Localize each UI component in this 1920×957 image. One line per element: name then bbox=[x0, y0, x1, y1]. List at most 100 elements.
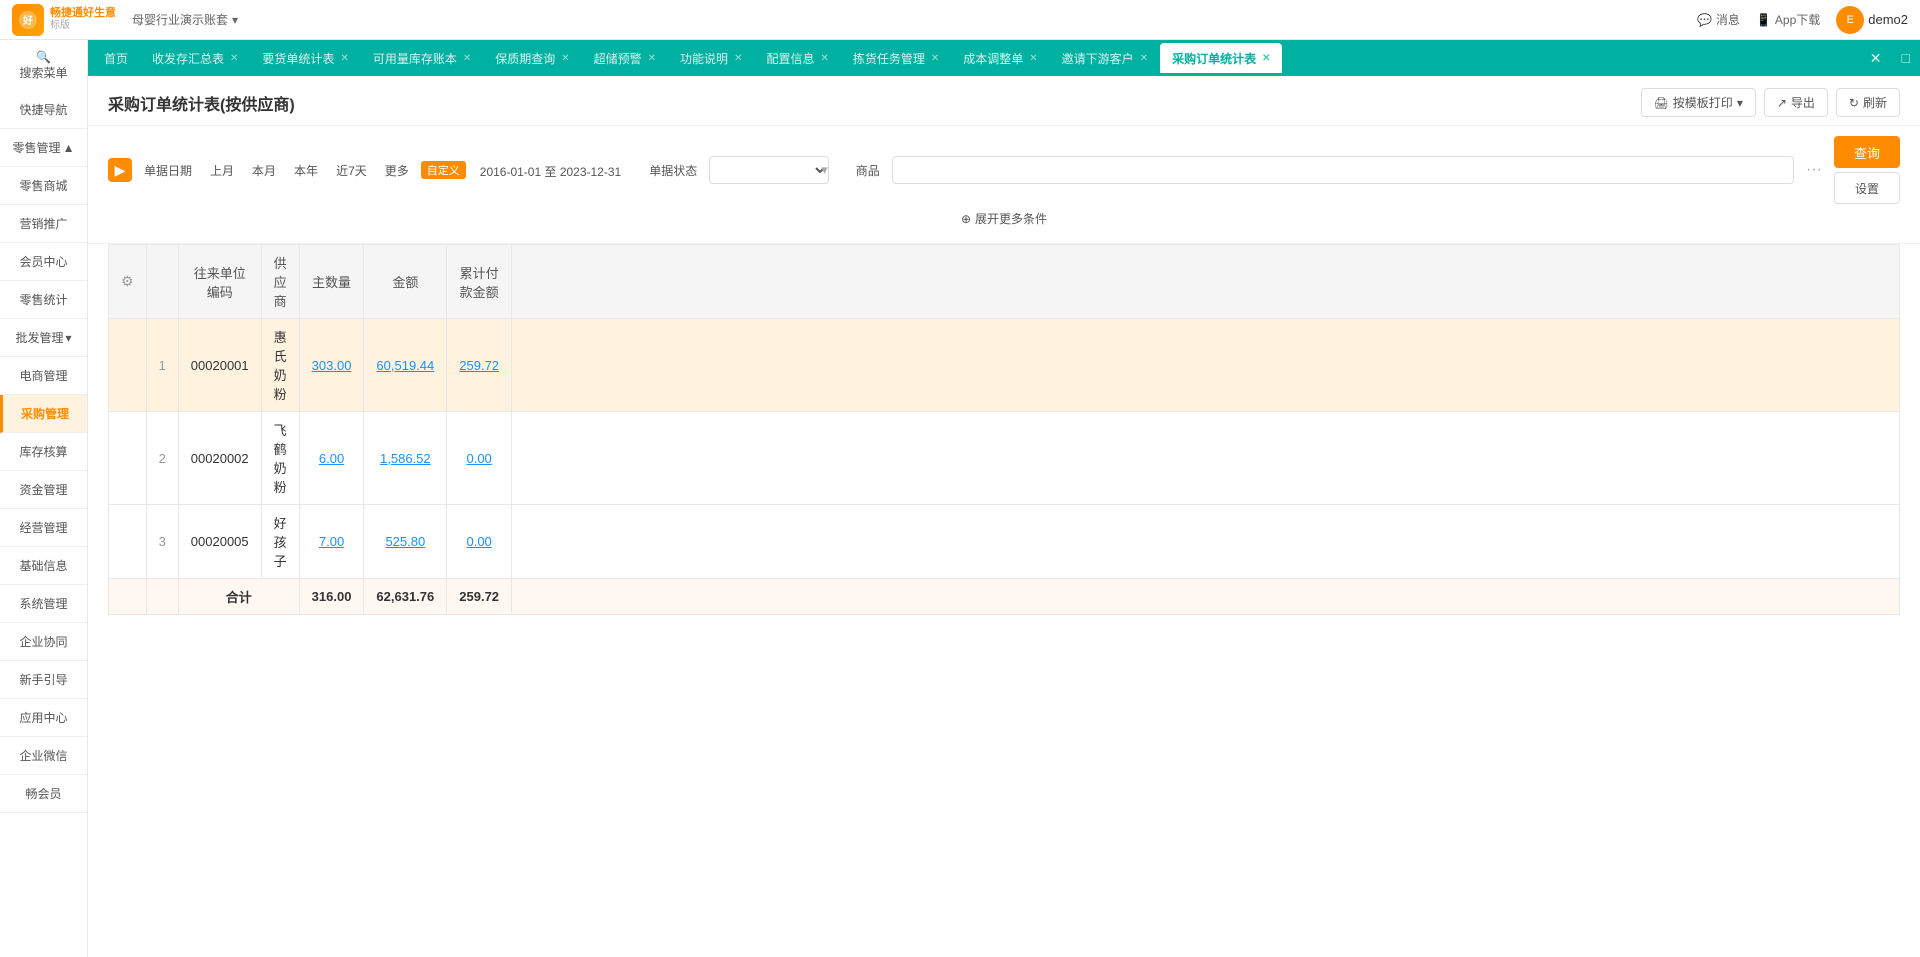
date-shortcut-this-year[interactable]: 本年 bbox=[288, 160, 324, 181]
td-supplier-name-1: 惠氏奶粉 bbox=[261, 319, 299, 412]
td-amount-1[interactable]: 60,519.44 bbox=[364, 319, 447, 412]
date-shortcut-more[interactable]: 更多 bbox=[379, 160, 415, 181]
refresh-button[interactable]: ↻ 刷新 bbox=[1836, 88, 1900, 117]
tab-bar-actions: ✕ □ bbox=[1864, 48, 1916, 69]
sidebar-item-marketing[interactable]: 营销推广 bbox=[0, 205, 87, 243]
sidebar-item-finance[interactable]: 资金管理 bbox=[0, 471, 87, 509]
date-shortcut-last-month[interactable]: 上月 bbox=[204, 160, 240, 181]
sidebar-item-members[interactable]: 会员中心 bbox=[0, 243, 87, 281]
chevron-down-icon: ▲ bbox=[63, 141, 75, 155]
export-button[interactable]: ↗ 导出 bbox=[1764, 88, 1828, 117]
th-seq bbox=[146, 245, 178, 319]
tab-home[interactable]: 首页 bbox=[92, 43, 140, 73]
workspace-name: 母婴行业演示账套 bbox=[132, 11, 228, 28]
filter-toggle-button[interactable]: ▶ bbox=[108, 158, 132, 182]
tab-close-available-inv[interactable]: ✕ bbox=[463, 53, 471, 64]
sidebar-item-purchase-mgmt[interactable]: 采购管理 bbox=[0, 395, 87, 433]
sidebar-item-inventory[interactable]: 库存核算 bbox=[0, 433, 87, 471]
message-button[interactable]: 💬 消息 bbox=[1697, 11, 1740, 28]
td-amount-2[interactable]: 1,586.52 bbox=[364, 412, 447, 505]
svg-text:好: 好 bbox=[22, 14, 33, 27]
td-paid-2[interactable]: 0.00 bbox=[447, 412, 512, 505]
sidebar-item-retail-mgmt[interactable]: 零售管理 ▲ bbox=[0, 129, 87, 167]
app-download-button[interactable]: 📱 App下载 bbox=[1756, 11, 1820, 28]
tab-config-info[interactable]: 配置信息 ✕ bbox=[754, 43, 840, 73]
gear-icon[interactable]: ⚙ bbox=[121, 273, 134, 290]
content-area: 首页 收发存汇总表 ✕ 要货单统计表 ✕ 可用量库存账本 ✕ 保质期查询 ✕ 超… bbox=[88, 40, 1920, 957]
goods-filter-label: 商品 bbox=[856, 162, 880, 179]
tab-close-cost-adjust[interactable]: ✕ bbox=[1029, 53, 1037, 64]
tab-pick-task[interactable]: 拣货任务管理 ✕ bbox=[841, 43, 951, 73]
main-layout: 🔍 搜索菜单 快捷导航 零售管理 ▲ 零售商城 营销推广 会员中心 零售统计 批… bbox=[0, 40, 1920, 957]
message-icon: 💬 bbox=[1697, 13, 1712, 27]
tab-close-purchase-order-stats[interactable]: ✕ bbox=[1262, 53, 1270, 64]
sidebar-item-enterprise[interactable]: 企业协同 bbox=[0, 623, 87, 661]
tab-invite-customer[interactable]: 邀请下游客户 ✕ bbox=[1050, 43, 1160, 73]
page-header: 采购订单统计表(按供应商) 🖨 按模板打印 ▾ ↗ 导出 ↻ 刷新 bbox=[88, 76, 1920, 126]
tab-purchase-order-stats[interactable]: 采购订单统计表 ✕ bbox=[1160, 43, 1282, 73]
tab-close-expiry-query[interactable]: ✕ bbox=[561, 53, 569, 64]
tab-close-purchase-stats[interactable]: ✕ bbox=[340, 53, 348, 64]
tab-close-invite-customer[interactable]: ✕ bbox=[1140, 53, 1148, 64]
sidebar-item-new-guide[interactable]: 新手引导 bbox=[0, 661, 87, 699]
td-amount-3[interactable]: 525.80 bbox=[364, 505, 447, 579]
table-row[interactable]: 2 00020002 飞鹤奶粉 6.00 1,586.52 0.00 bbox=[109, 412, 1900, 505]
tab-recv-send[interactable]: 收发存汇总表 ✕ bbox=[140, 43, 250, 73]
tab-maximize-button[interactable]: □ bbox=[1896, 48, 1916, 68]
tab-available-inv[interactable]: 可用量库存账本 ✕ bbox=[361, 43, 483, 73]
sidebar-search[interactable]: 🔍 搜索菜单 bbox=[0, 40, 87, 91]
tab-overstock-alert[interactable]: 超储预警 ✕ bbox=[582, 43, 668, 73]
sidebar-item-app-center[interactable]: 应用中心 bbox=[0, 699, 87, 737]
td-qty-1[interactable]: 303.00 bbox=[299, 319, 364, 412]
date-shortcut-7days[interactable]: 近7天 bbox=[330, 160, 373, 181]
custom-date-tag[interactable]: 自定义 bbox=[421, 161, 466, 179]
template-print-button[interactable]: 🖨 按模板打印 ▾ bbox=[1641, 88, 1756, 117]
goods-search-input[interactable] bbox=[892, 156, 1794, 184]
sidebar-item-system-mgmt[interactable]: 系统管理 bbox=[0, 585, 87, 623]
template-print-dropdown-icon: ▾ bbox=[1737, 96, 1743, 110]
td-settings-3 bbox=[109, 505, 147, 579]
tab-purchase-stats[interactable]: 要货单统计表 ✕ bbox=[250, 43, 360, 73]
tab-close-all-button[interactable]: ✕ bbox=[1864, 48, 1888, 69]
tab-cost-adjust[interactable]: 成本调整单 ✕ bbox=[951, 43, 1049, 73]
expand-more-button[interactable]: ⊕ 展开更多条件 bbox=[961, 210, 1047, 227]
td-extra-1 bbox=[512, 319, 1900, 412]
date-range-display: 2016-01-01 至 2023-12-31 bbox=[480, 163, 621, 180]
sidebar-item-operations[interactable]: 经营管理 bbox=[0, 509, 87, 547]
tab-expiry-query[interactable]: 保质期查询 ✕ bbox=[483, 43, 581, 73]
sidebar-item-retail-mall[interactable]: 零售商城 bbox=[0, 167, 87, 205]
sidebar-item-member-vip[interactable]: 畅会员 bbox=[0, 775, 87, 813]
tab-close-pick-task[interactable]: ✕ bbox=[931, 53, 939, 64]
sidebar-item-enterprise-wechat[interactable]: 企业微信 bbox=[0, 737, 87, 775]
status-select[interactable] bbox=[709, 156, 829, 184]
date-filter-label: 单据日期 bbox=[144, 162, 192, 179]
table-row[interactable]: 3 00020005 好孩子 7.00 525.80 0.00 bbox=[109, 505, 1900, 579]
th-amount: 金额 bbox=[364, 245, 447, 319]
tab-func-desc[interactable]: 功能说明 ✕ bbox=[668, 43, 754, 73]
tab-close-recv-send[interactable]: ✕ bbox=[230, 53, 238, 64]
date-shortcut-this-month[interactable]: 本月 bbox=[246, 160, 282, 181]
td-paid-3[interactable]: 0.00 bbox=[447, 505, 512, 579]
td-qty-3[interactable]: 7.00 bbox=[299, 505, 364, 579]
tab-close-overstock-alert[interactable]: ✕ bbox=[648, 53, 656, 64]
table-wrapper: ⚙ 往来单位编码 供应商 主数量 金额 累计付款金额 bbox=[88, 244, 1920, 635]
workspace-selector[interactable]: 母婴行业演示账套 ▾ bbox=[124, 7, 246, 32]
print-icon: 🖨 bbox=[1654, 96, 1669, 110]
th-settings[interactable]: ⚙ bbox=[109, 245, 147, 319]
tab-close-config-info[interactable]: ✕ bbox=[820, 53, 828, 64]
workspace-dropdown-icon: ▾ bbox=[232, 13, 238, 27]
query-button[interactable]: 查询 bbox=[1834, 136, 1900, 168]
td-qty-2[interactable]: 6.00 bbox=[299, 412, 364, 505]
tab-close-func-desc[interactable]: ✕ bbox=[734, 53, 742, 64]
table-row[interactable]: 1 00020001 惠氏奶粉 303.00 60,519.44 259.72 bbox=[109, 319, 1900, 412]
sidebar-item-quicknav[interactable]: 快捷导航 bbox=[0, 91, 87, 129]
sidebar-item-basic-info[interactable]: 基础信息 bbox=[0, 547, 87, 585]
settings-button[interactable]: 设置 bbox=[1834, 172, 1900, 204]
goods-more-button[interactable]: ··· bbox=[1806, 161, 1822, 179]
td-footer-seq bbox=[146, 579, 178, 615]
sidebar-item-ecommerce[interactable]: 电商管理 bbox=[0, 357, 87, 395]
td-paid-1[interactable]: 259.72 bbox=[447, 319, 512, 412]
sidebar-item-wholesale-mgmt[interactable]: 批发管理 ▾ bbox=[0, 319, 87, 357]
sidebar-item-retail-stats[interactable]: 零售统计 bbox=[0, 281, 87, 319]
user-profile[interactable]: E demo2 bbox=[1836, 6, 1908, 34]
